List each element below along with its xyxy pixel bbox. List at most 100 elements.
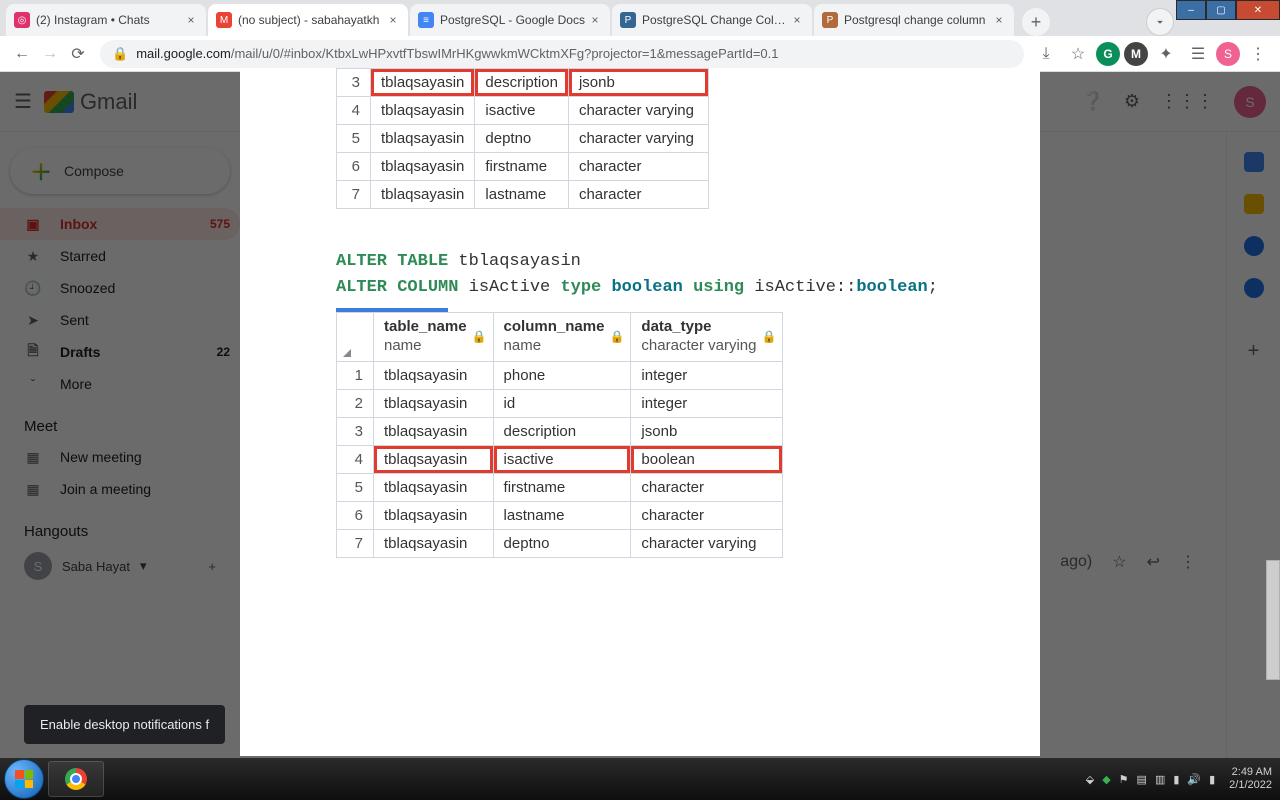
tab-title: (2) Instagram • Chats <box>36 13 184 27</box>
table-after: table_namename🔒 column_namename🔒 data_ty… <box>336 312 1040 558</box>
kebab-menu-icon[interactable]: ⋮ <box>1244 40 1272 68</box>
extensions-icon[interactable]: ✦ <box>1152 40 1180 68</box>
sidebar-item-more[interactable]: ˇMore <box>0 368 240 400</box>
account-avatar[interactable]: S <box>1234 86 1266 118</box>
cell-data-type: character varying <box>568 125 708 153</box>
extension-grammarly-icon[interactable]: G <box>1096 42 1120 66</box>
tray-icon[interactable]: ⬙ <box>1086 773 1094 786</box>
user-avatar-icon: S <box>24 552 52 580</box>
star-icon: ★ <box>24 248 42 265</box>
support-icon[interactable]: ❔ <box>1081 91 1103 112</box>
favicon-icon: M <box>216 12 232 28</box>
install-icon[interactable]: ⤓ <box>1032 40 1060 68</box>
sent-icon: ➤ <box>24 312 42 329</box>
scrollbar-thumb[interactable] <box>1266 560 1280 680</box>
hamburger-icon[interactable]: ☰ <box>14 89 32 114</box>
star-icon[interactable]: ☆ <box>1064 40 1092 68</box>
minimize-button[interactable]: – <box>1176 0 1206 20</box>
cell-column-name: lastname <box>493 501 631 529</box>
tab-title: (no subject) - sabahayatkh <box>238 13 386 27</box>
gmail-logo[interactable]: Gmail <box>44 89 137 115</box>
compose-button[interactable]: ＋Compose <box>10 148 230 194</box>
sidebar-item-snoozed[interactable]: 🕘Snoozed <box>0 272 240 304</box>
cell-column-name: id <box>493 389 631 417</box>
drafts-icon: 🗎 <box>24 340 42 364</box>
favicon-icon: P <box>620 12 636 28</box>
tab-pg-col[interactable]: P Postgresql change column × <box>814 4 1014 36</box>
taskbar-chrome[interactable] <box>48 761 104 797</box>
battery-icon[interactable]: ▮ <box>1209 773 1215 786</box>
table-row: 5tblaqsayasinfirstnamecharacter <box>337 473 783 501</box>
col-index <box>337 313 374 362</box>
table-row: 1tblaqsayasinphoneinteger <box>337 361 783 389</box>
tab-pg-change[interactable]: P PostgreSQL Change Colum × <box>612 4 812 36</box>
sidebar-item-inbox[interactable]: ▣Inbox575 <box>0 208 240 240</box>
tab-close-icon[interactable]: × <box>386 13 400 27</box>
table-row: 7tblaqsayasindeptnocharacter varying <box>337 529 783 557</box>
tasks-icon[interactable] <box>1244 236 1264 256</box>
tray-icon[interactable]: ▤ <box>1137 773 1147 786</box>
profile-chip[interactable] <box>1146 8 1174 36</box>
lock-icon: 🔒 <box>112 46 128 62</box>
more-icon[interactable]: ⋮ <box>1180 552 1196 572</box>
video-icon: ▦ <box>24 449 42 466</box>
meet-new[interactable]: ▦New meeting <box>0 441 240 473</box>
row-index: 6 <box>337 153 371 181</box>
windows-logo-icon <box>15 770 33 788</box>
tab-gmail[interactable]: M (no subject) - sabahayatkh × <box>208 4 408 36</box>
tab-close-icon[interactable]: × <box>790 13 804 27</box>
forward-button[interactable]: → <box>36 40 64 68</box>
omnibox[interactable]: 🔒 mail.google.com/mail/u/0/#inbox/KtbxLw… <box>100 40 1024 68</box>
cell-table-name: tblaqsayasin <box>371 97 475 125</box>
cell-table-name: tblaqsayasin <box>371 69 475 97</box>
reply-icon[interactable]: ↩ <box>1147 552 1160 572</box>
cell-data-type: character <box>631 473 783 501</box>
row-index: 4 <box>337 97 371 125</box>
add-contact-icon[interactable]: + <box>208 559 216 574</box>
reload-button[interactable]: ⟳ <box>64 40 92 68</box>
apps-grid-icon[interactable]: ⋮⋮⋮ <box>1160 91 1214 112</box>
system-tray: ⬙ ◆ ⚑ ▤ ▥ ▮ 🔊 ▮ 2:49 AM2/1/2022 <box>1078 766 1280 791</box>
tray-icon[interactable]: ◆ <box>1102 773 1110 786</box>
reading-list-icon[interactable]: ☰ <box>1184 40 1212 68</box>
row-index: 5 <box>337 473 374 501</box>
extension-m-icon[interactable]: M <box>1124 42 1148 66</box>
meet-join[interactable]: ▦Join a meeting <box>0 473 240 505</box>
hangout-user[interactable]: SSaba Hayat▾+ <box>0 546 240 586</box>
close-button[interactable]: ✕ <box>1236 0 1280 20</box>
clock[interactable]: 2:49 AM2/1/2022 <box>1229 766 1272 791</box>
contacts-icon[interactable] <box>1244 278 1264 298</box>
tab-close-icon[interactable]: × <box>184 13 198 27</box>
tab-close-icon[interactable]: × <box>992 13 1006 27</box>
tray-icon[interactable]: ⚑ <box>1119 773 1129 786</box>
new-tab-button[interactable]: + <box>1022 8 1050 36</box>
star-outline-icon[interactable]: ☆ <box>1112 552 1126 572</box>
notification-toast[interactable]: Enable desktop notifications f <box>24 705 225 744</box>
cell-data-type: character varying <box>631 529 783 557</box>
favicon-icon: ≡ <box>418 12 434 28</box>
cell-data-type: character <box>568 181 708 209</box>
tab-instagram[interactable]: ◎ (2) Instagram • Chats × <box>6 4 206 36</box>
row-index: 1 <box>337 361 374 389</box>
tray-icon[interactable]: ▥ <box>1155 773 1165 786</box>
maximize-button[interactable]: ▢ <box>1206 0 1236 20</box>
col-table-name: table_namename🔒 <box>374 313 494 362</box>
settings-icon[interactable]: ⚙ <box>1124 91 1140 112</box>
network-icon[interactable]: ▮ <box>1173 773 1179 786</box>
start-button[interactable] <box>4 759 44 799</box>
sidebar-item-label: Sent <box>60 312 230 328</box>
profile-avatar[interactable]: S <box>1216 42 1240 66</box>
window-controls: – ▢ ✕ <box>1176 0 1280 20</box>
add-on-plus-icon[interactable]: + <box>1248 340 1260 363</box>
back-button[interactable]: ← <box>8 40 36 68</box>
active-tab-indicator <box>336 308 448 312</box>
sidebar-item-sent[interactable]: ➤ Sent <box>0 304 240 336</box>
meet-header: Meet <box>0 400 240 441</box>
volume-icon[interactable]: 🔊 <box>1187 773 1201 786</box>
tab-gdocs[interactable]: ≡ PostgreSQL - Google Docs × <box>410 4 610 36</box>
keep-icon[interactable] <box>1244 194 1264 214</box>
tab-close-icon[interactable]: × <box>588 13 602 27</box>
sidebar-item-drafts[interactable]: 🗎Drafts22 <box>0 336 240 368</box>
sidebar-item-starred[interactable]: ★Starred <box>0 240 240 272</box>
calendar-icon[interactable] <box>1244 152 1264 172</box>
